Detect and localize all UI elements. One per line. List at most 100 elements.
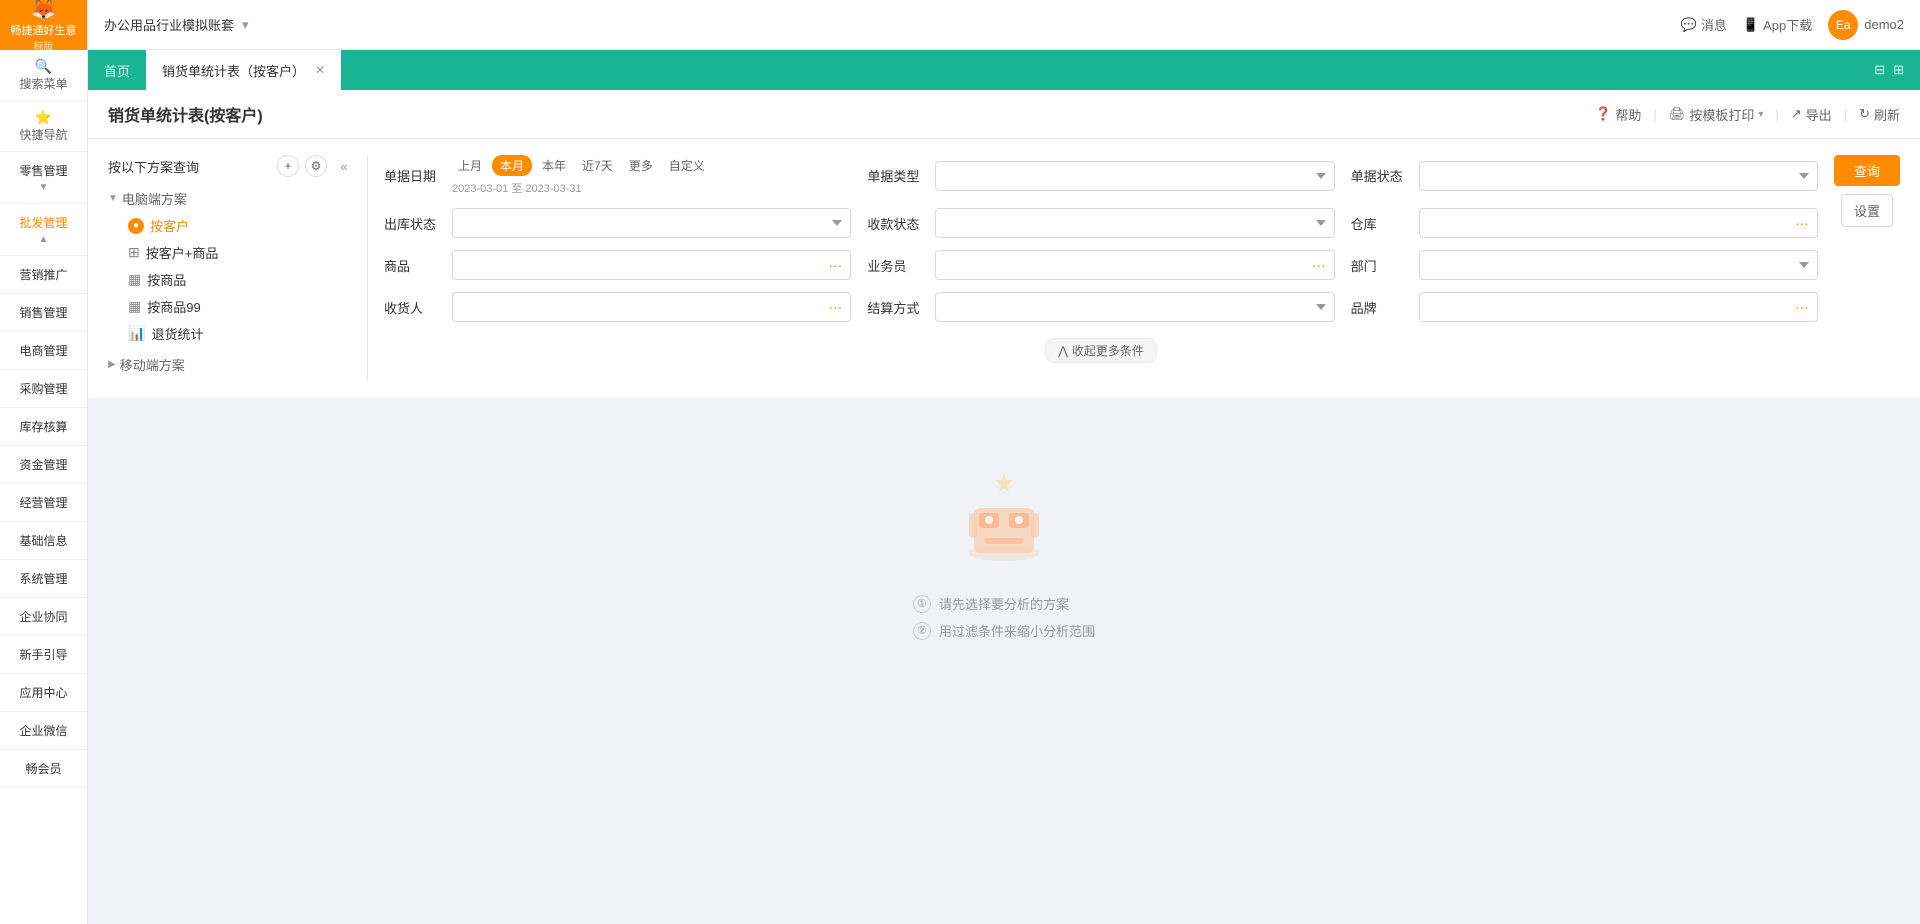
sidebar-item-sales[interactable]: 销售管理 — [0, 294, 87, 332]
doc-status-select[interactable] — [1419, 161, 1818, 191]
sidebar-item-wechat[interactable]: 企业微信 — [0, 712, 87, 750]
quick-nav-label: 快捷导航 — [4, 126, 83, 143]
warehouse-input[interactable] — [1428, 216, 1791, 230]
date-tab-custom[interactable]: 自定义 — [663, 155, 711, 176]
out-status-select[interactable] — [452, 208, 851, 238]
app-download-btn[interactable]: 📱 App下载 — [1743, 15, 1812, 34]
finance-label: 资金管理 — [19, 456, 67, 473]
consignee-input[interactable] — [461, 300, 824, 314]
date-tab-this-month[interactable]: 本月 — [492, 155, 532, 176]
header-left: 办公用品行业模拟账套 ▾ — [104, 15, 249, 34]
enterprise-label: 企业协同 — [19, 608, 67, 625]
brand-ellipsis-btn[interactable]: ··· — [1795, 299, 1809, 315]
empty-tips: ① 请先选择要分析的方案 ② 用过滤条件来缩小分析范围 — [913, 594, 1095, 640]
filter-field-department: 部门 — [1351, 250, 1818, 280]
date-tab-last-month[interactable]: 上月 — [452, 155, 488, 176]
empty-tip-2: ② 用过滤条件来缩小分析范围 — [913, 621, 1095, 640]
sidebar-item-operations[interactable]: 经营管理 — [0, 484, 87, 522]
company-dropdown-arrow[interactable]: ▾ — [242, 17, 249, 33]
settlement-select[interactable] — [935, 292, 1334, 322]
search-menu-btn[interactable]: 🔍 搜索菜单 — [0, 50, 87, 101]
salesperson-input[interactable] — [944, 258, 1307, 272]
scheme-group-mobile-header[interactable]: ▶ 移动端方案 — [108, 351, 355, 378]
tab-minimize-icon[interactable]: ⊟ — [1874, 62, 1885, 78]
refresh-icon: ↻ — [1859, 106, 1870, 122]
brand-label: 品牌 — [1351, 298, 1411, 317]
avatar: Ea — [1828, 10, 1858, 40]
main-area: 办公用品行业模拟账套 ▾ 💬 消息 📱 App下载 Ea demo2 首页 — [88, 0, 1920, 924]
scheme-collapse-btn[interactable]: « — [333, 155, 355, 177]
sidebar-item-retail[interactable]: 零售管理 ▼ — [0, 152, 87, 204]
sidebar-item-inventory[interactable]: 库存核算 — [0, 408, 87, 446]
scheme-group-desktop-header[interactable]: ▼ 电脑端方案 — [108, 185, 355, 212]
product-input[interactable] — [461, 258, 824, 272]
scheme-item-return-stats[interactable]: 📊 退货统计 — [108, 320, 355, 347]
brand-input[interactable] — [1428, 300, 1791, 314]
warehouse-label: 仓库 — [1351, 214, 1411, 233]
logo-text: 畅捷通好生意 — [11, 22, 77, 38]
sidebar-item-marketing[interactable]: 营销推广 — [0, 256, 87, 294]
tab-expand-area: ⊟ ⊞ — [1858, 62, 1920, 78]
quick-nav-btn[interactable]: ⭐ 快捷导航 — [0, 101, 87, 152]
date-tab-more[interactable]: 更多 — [623, 155, 659, 176]
warehouse-ellipsis-btn[interactable]: ··· — [1795, 215, 1809, 231]
by-customer-product-sub: ⊞ — [128, 244, 140, 261]
logo-icon: 🦊 — [31, 0, 56, 22]
scheme-item-by-customer-product[interactable]: ⊞ 按客户+商品 — [108, 239, 355, 266]
filter-actions: 查询 设置 — [1834, 155, 1900, 227]
scheme-panel: 按以下方案查询 + ⚙ « ▼ 电脑端方案 — [108, 155, 368, 382]
tip-text-1: 请先选择要分析的方案 — [939, 594, 1069, 613]
date-tab-this-year[interactable]: 本年 — [536, 155, 572, 176]
sidebar-item-ecommerce[interactable]: 电商管理 — [0, 332, 87, 370]
scheme-item-by-product-99[interactable]: ▦ 按商品99 — [108, 293, 355, 320]
sidebar-item-system[interactable]: 系统管理 — [0, 560, 87, 598]
product-ellipsis-btn[interactable]: ··· — [828, 257, 842, 273]
date-tab-last-7[interactable]: 近7天 — [576, 155, 619, 176]
sidebar-item-appcenter[interactable]: 应用中心 — [0, 674, 87, 712]
date-label: 单据日期 — [384, 166, 444, 185]
query-button[interactable]: 查询 — [1834, 155, 1900, 186]
doc-type-label: 单据类型 — [867, 166, 927, 185]
refresh-btn[interactable]: ↻ 刷新 — [1859, 105, 1900, 124]
return-stats-sub: 📊 — [128, 325, 145, 342]
sidebar-item-purchase[interactable]: 采购管理 — [0, 370, 87, 408]
sidebar-item-enterprise[interactable]: 企业协同 — [0, 598, 87, 636]
sidebar-item-finance[interactable]: 资金管理 — [0, 446, 87, 484]
wholesale-arrow: ▲ — [39, 234, 49, 245]
tab-sales-stats[interactable]: 销货单统计表（按客户） ✕ — [146, 50, 341, 90]
tab-home[interactable]: 首页 — [88, 50, 146, 90]
collapse-conditions-btn[interactable]: ⋀ 收起更多条件 — [1045, 338, 1157, 363]
filter-field-doc-type: 单据类型 — [867, 155, 1334, 196]
print-dropdown-arrow: ▾ — [1758, 109, 1763, 120]
template-print-btn[interactable]: 🖨 按模板打印 ▾ — [1669, 105, 1764, 124]
department-select[interactable] — [1419, 250, 1818, 280]
scheme-add-btn[interactable]: + — [277, 155, 299, 177]
export-btn[interactable]: ↗ 导出 — [1791, 105, 1832, 124]
sidebar-item-wholesale[interactable]: 批发管理 ▲ — [0, 204, 87, 256]
return-stats-label: 退货统计 — [151, 324, 203, 343]
help-btn[interactable]: ❓ 帮助 — [1595, 105, 1641, 124]
receive-status-select[interactable] — [935, 208, 1334, 238]
tab-fullscreen-icon[interactable]: ⊞ — [1893, 62, 1904, 78]
doc-type-select[interactable] — [935, 161, 1334, 191]
wechat-label: 企业微信 — [19, 722, 67, 739]
company-name: 办公用品行业模拟账套 — [104, 15, 234, 34]
user-name: demo2 — [1864, 17, 1904, 32]
sidebar-item-basic[interactable]: 基础信息 — [0, 522, 87, 560]
purchase-label: 采购管理 — [19, 380, 67, 397]
tab-sales-stats-label: 销货单统计表（按客户） — [162, 61, 305, 80]
desktop-group-name: 电脑端方案 — [122, 189, 187, 208]
salesperson-ellipsis-btn[interactable]: ··· — [1312, 257, 1326, 273]
consignee-ellipsis-btn[interactable]: ··· — [828, 299, 842, 315]
sidebar-item-newbie[interactable]: 新手引导 — [0, 636, 87, 674]
user-profile-btn[interactable]: Ea demo2 — [1828, 10, 1904, 40]
scheme-settings-btn[interactable]: ⚙ — [305, 155, 327, 177]
sidebar-item-member[interactable]: 畅会员 — [0, 750, 87, 788]
help-icon: ❓ — [1595, 106, 1611, 122]
message-btn[interactable]: 💬 消息 — [1681, 15, 1727, 34]
settings-button[interactable]: 设置 — [1841, 194, 1893, 227]
scheme-item-by-customer[interactable]: ● 按客户 — [108, 212, 355, 239]
scheme-item-by-product[interactable]: ▦ 按商品 — [108, 266, 355, 293]
tab-close-icon[interactable]: ✕ — [315, 63, 325, 77]
salesperson-input-wrapper: ··· — [935, 250, 1334, 280]
